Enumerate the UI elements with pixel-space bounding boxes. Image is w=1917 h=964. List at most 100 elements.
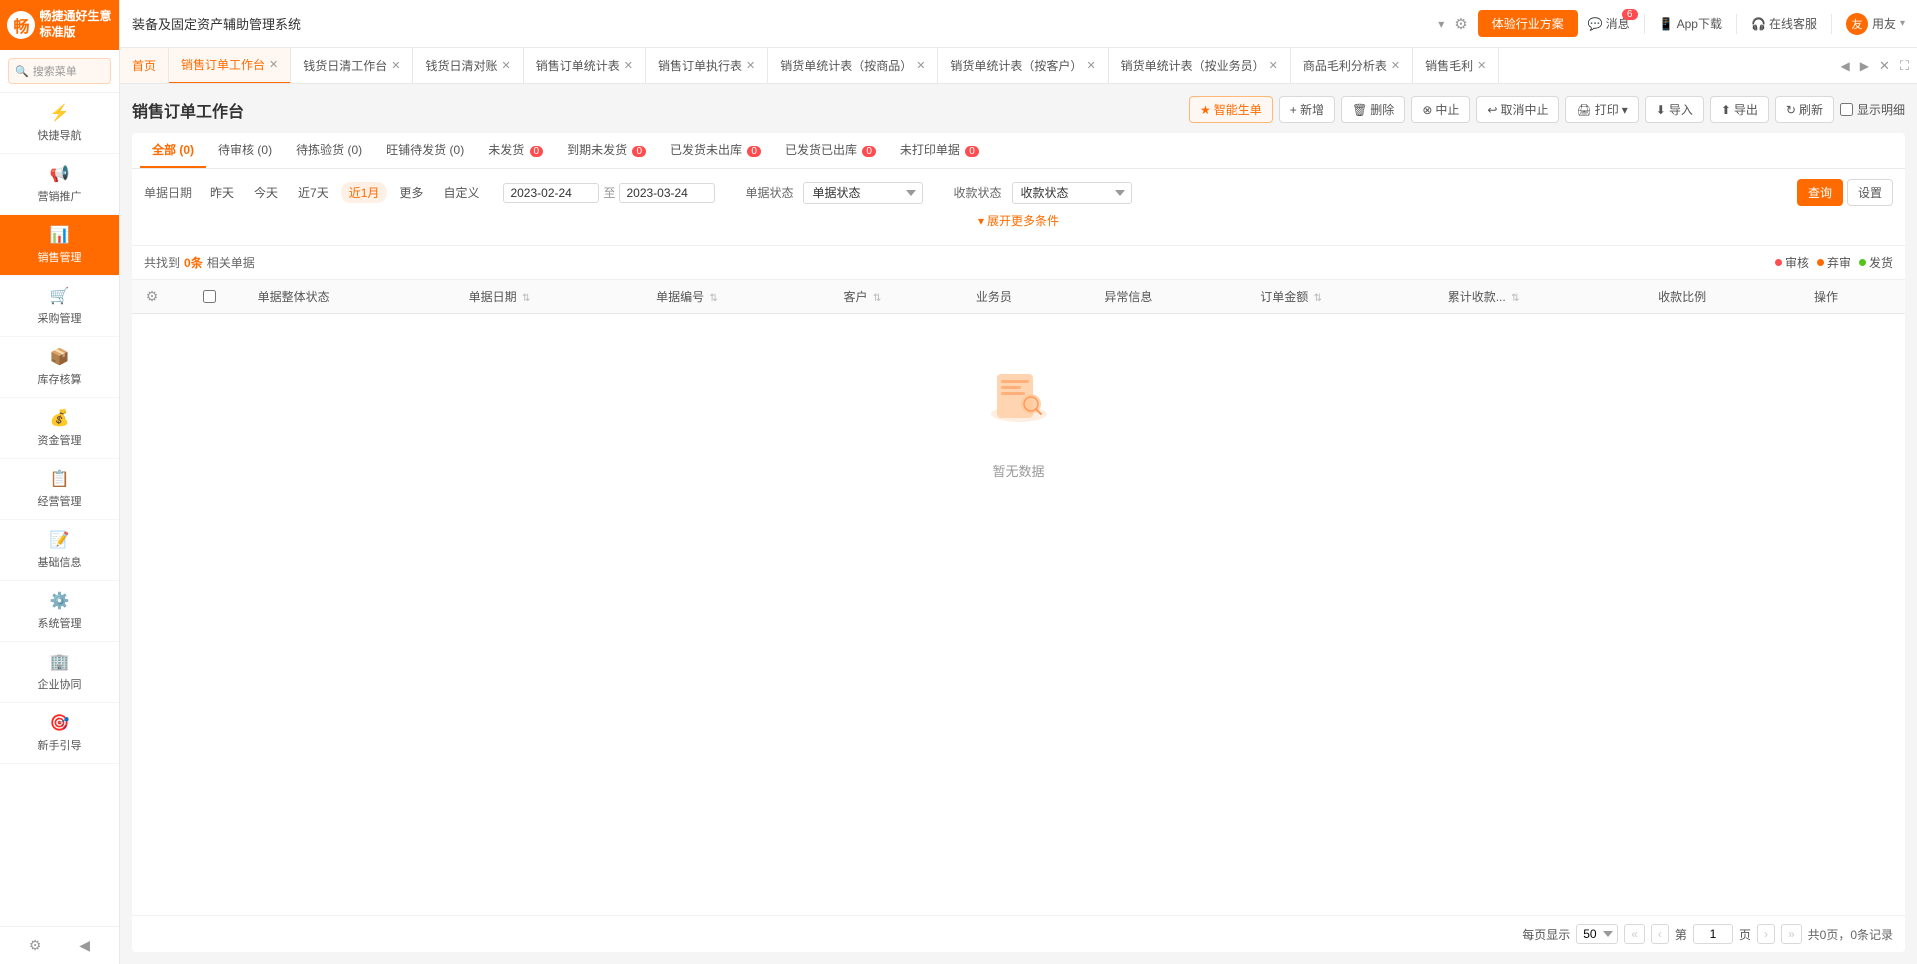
sub-tab-not-printed[interactable]: 未打印单据 0: [888, 133, 991, 168]
ship-action-btn[interactable]: 发货: [1859, 254, 1893, 271]
date-btn-yesterday[interactable]: 昨天: [202, 182, 242, 203]
expand-conditions-btn[interactable]: ▾ 展开更多条件: [144, 206, 1893, 235]
sub-tab-all[interactable]: 全部 (0): [140, 133, 206, 168]
first-page-button[interactable]: «: [1624, 924, 1645, 944]
sub-tab-shipped-out[interactable]: 已发货已出库 0: [773, 133, 888, 168]
tab-sales-profit[interactable]: 销售毛利 ✕: [1413, 48, 1499, 84]
date-btn-7days[interactable]: 近7天: [290, 182, 337, 203]
select-all-checkbox[interactable]: [203, 290, 216, 303]
col-number-header[interactable]: 单据编号 ⇅: [646, 280, 833, 314]
tab-cash-reconcile[interactable]: 钱货日清对账 ✕: [413, 48, 523, 84]
sub-tab-pending-review[interactable]: 待审核 (0): [206, 133, 284, 168]
col-salesperson-header[interactable]: 业务员: [966, 280, 1094, 314]
next-page-button[interactable]: ›: [1757, 924, 1775, 944]
date-btn-custom[interactable]: 自定义: [435, 182, 487, 203]
sidebar-item-base-info[interactable]: 📝 基础信息: [0, 520, 119, 581]
sidebar-item-operations[interactable]: 📋 经营管理: [0, 459, 119, 520]
tabs-expand-icon[interactable]: ⛶: [1896, 56, 1913, 76]
sidebar-item-guide[interactable]: 🎯 新手引导: [0, 703, 119, 764]
user-menu[interactable]: 友 用友 ▾: [1846, 13, 1905, 35]
tab-sales-by-staff[interactable]: 销货单统计表（按业务员） ✕: [1109, 48, 1291, 84]
review-action-btn[interactable]: 审核: [1775, 254, 1809, 271]
sidebar-item-finance[interactable]: 💰 资金管理: [0, 398, 119, 459]
col-amount-header[interactable]: 订单金额 ⇅: [1250, 280, 1437, 314]
filter-settings-button[interactable]: 设置: [1847, 179, 1893, 206]
topbar-dropdown-icon[interactable]: ▾: [1438, 17, 1444, 31]
print-button[interactable]: 🖨 打印 ▾: [1565, 96, 1638, 123]
industry-solution-button[interactable]: 体验行业方案: [1478, 10, 1578, 37]
payment-select[interactable]: 收款状态: [1012, 182, 1132, 204]
online-service-item[interactable]: 🎧 在线客服: [1751, 15, 1817, 32]
sub-tab-not-shipped[interactable]: 未发货 0: [476, 133, 555, 168]
sidebar-item-marketing[interactable]: 📢 营销推广: [0, 154, 119, 215]
cancel-review-action-btn[interactable]: 弃审: [1817, 254, 1851, 271]
cancel-stop-button[interactable]: ↩ 取消中止: [1476, 96, 1559, 123]
sidebar-search-area[interactable]: 🔍 搜索菜单: [0, 50, 119, 93]
import-button[interactable]: ⬇ 导入: [1645, 96, 1704, 123]
tab-sales-workbench[interactable]: 销售订单工作台 ✕: [169, 48, 291, 84]
add-button[interactable]: + 新增: [1279, 96, 1335, 123]
col-date-header[interactable]: 单据日期 ⇅: [459, 280, 646, 314]
date-from-input[interactable]: [503, 183, 599, 203]
sub-tab-wangpu[interactable]: 旺铺待发货 (0): [374, 133, 476, 168]
sidebar-item-system[interactable]: ⚙️ 系统管理: [0, 581, 119, 642]
tab-close-cash-daily[interactable]: ✕: [391, 59, 400, 72]
date-btn-more[interactable]: 更多: [391, 182, 431, 203]
tab-close-gross-margin[interactable]: ✕: [1391, 59, 1400, 72]
tab-sales-stat[interactable]: 销售订单统计表 ✕: [524, 48, 646, 84]
tabs-prev-icon[interactable]: ◀: [1837, 57, 1854, 75]
date-btn-today[interactable]: 今天: [246, 182, 286, 203]
col-ratio-header[interactable]: 收款比例: [1648, 280, 1804, 314]
tab-sales-exec[interactable]: 销售订单执行表 ✕: [646, 48, 768, 84]
sub-tab-overdue[interactable]: 到期未发货 0: [555, 133, 658, 168]
date-to-input[interactable]: [619, 183, 715, 203]
tab-close-sales-by-staff[interactable]: ✕: [1269, 59, 1278, 72]
message-icon-item[interactable]: 💬 6 消息: [1588, 15, 1630, 32]
sidebar-item-quick-nav[interactable]: ⚡ 快捷导航: [0, 93, 119, 154]
sidebar-item-inventory[interactable]: 📦 库存核算: [0, 337, 119, 398]
prev-page-button[interactable]: ‹: [1651, 924, 1669, 944]
tab-close-sales-by-goods[interactable]: ✕: [916, 59, 925, 72]
date-btn-1month[interactable]: 近1月: [341, 182, 388, 203]
tab-cash-daily[interactable]: 钱货日清工作台 ✕: [291, 48, 413, 84]
tabs-next-icon[interactable]: ▶: [1856, 57, 1873, 75]
tab-close-sales-exec[interactable]: ✕: [746, 59, 755, 72]
sidebar-item-sales[interactable]: 📊 销售管理: [0, 215, 119, 276]
col-settings[interactable]: ⚙: [132, 280, 172, 314]
sub-tab-pending-check[interactable]: 待拣验货 (0): [284, 133, 374, 168]
tab-gross-margin[interactable]: 商品毛利分析表 ✕: [1291, 48, 1413, 84]
col-abnormal-header[interactable]: 异常信息: [1094, 280, 1250, 314]
show-detail-label[interactable]: 显示明细: [1840, 101, 1905, 118]
tab-sales-by-customer[interactable]: 销货单统计表（按客户） ✕: [938, 48, 1108, 84]
status-select[interactable]: 单据状态: [803, 182, 923, 204]
delete-button[interactable]: 🗑 删除: [1341, 96, 1405, 123]
sub-tab-shipped-not-out[interactable]: 已发货未出库 0: [658, 133, 773, 168]
sidebar-item-purchase[interactable]: 🛒 采购管理: [0, 276, 119, 337]
export-button[interactable]: ⬆ 导出: [1710, 96, 1769, 123]
sidebar-item-enterprise[interactable]: 🏢 企业协同: [0, 642, 119, 703]
col-received-header[interactable]: 累计收款... ⇅: [1438, 280, 1648, 314]
smart-generate-button[interactable]: ★ 智能生单: [1189, 96, 1273, 123]
tab-close-sales-by-customer[interactable]: ✕: [1086, 59, 1095, 72]
tab-close-sales-stat[interactable]: ✕: [624, 59, 633, 72]
last-page-button[interactable]: »: [1781, 924, 1802, 944]
stop-button[interactable]: ⊗ 中止: [1411, 96, 1470, 123]
col-status-header[interactable]: 单据整体状态: [248, 280, 459, 314]
refresh-button[interactable]: ↻ 刷新: [1775, 96, 1834, 123]
tab-sales-by-goods[interactable]: 销货单统计表（按商品） ✕: [768, 48, 938, 84]
tab-close-sales-profit[interactable]: ✕: [1477, 59, 1486, 72]
tabs-close-all-icon[interactable]: ✕: [1875, 56, 1894, 76]
table-scroll[interactable]: ⚙ 单据整体状态 单据日期 ⇅: [132, 280, 1905, 915]
tab-close-cash-reconcile[interactable]: ✕: [502, 59, 511, 72]
col-settings-icon[interactable]: ⚙: [146, 288, 159, 304]
query-button[interactable]: 查询: [1797, 179, 1843, 206]
settings-icon[interactable]: ⚙: [29, 937, 42, 954]
tab-close-sales-workbench[interactable]: ✕: [269, 58, 278, 71]
tab-home[interactable]: 首页: [120, 48, 169, 84]
topbar-settings-icon[interactable]: ⚙: [1454, 15, 1467, 33]
col-customer-header[interactable]: 客户 ⇅: [834, 280, 966, 314]
page-number-input[interactable]: [1693, 924, 1733, 944]
per-page-select[interactable]: 50: [1576, 924, 1618, 944]
app-download-item[interactable]: 📱 App下载: [1659, 15, 1722, 32]
collapse-icon[interactable]: ◀: [79, 937, 90, 954]
